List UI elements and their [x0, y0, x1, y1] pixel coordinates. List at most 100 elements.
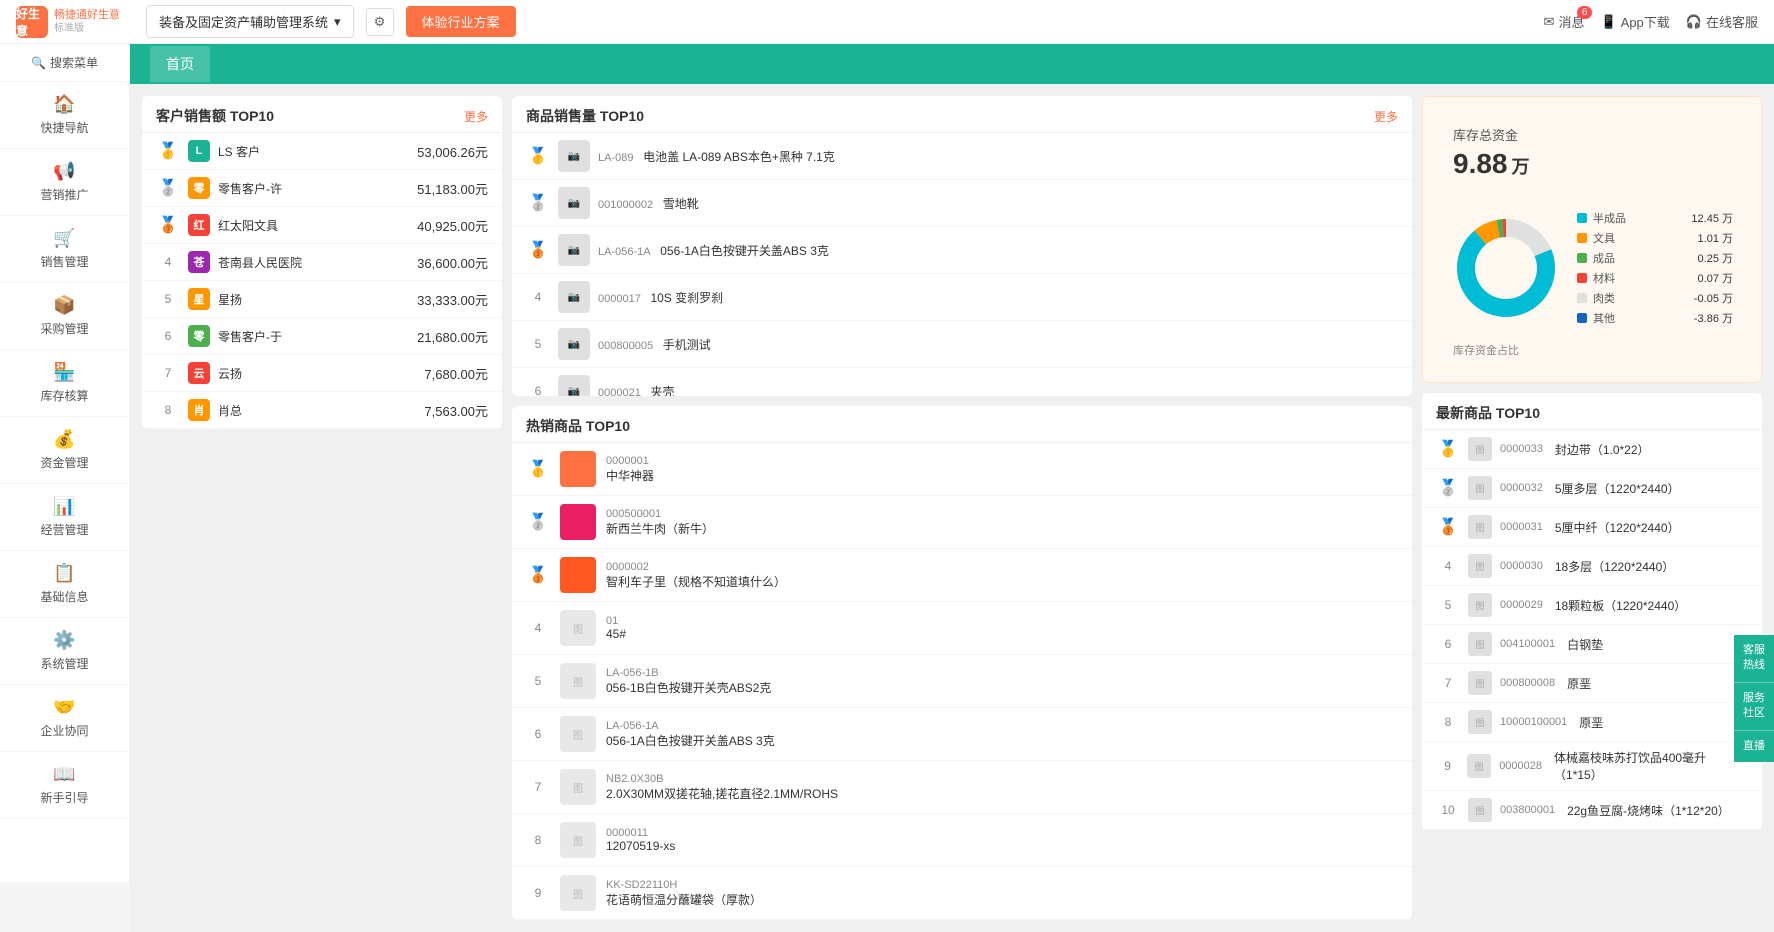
clipboard-icon: 📋	[53, 563, 75, 584]
float-btn-service[interactable]: 客服热线	[1734, 635, 1774, 682]
inventory-content: 库存总资金 9.88万	[1437, 111, 1747, 198]
sidebar-item-search[interactable]: 🔍 搜索菜单	[0, 44, 129, 82]
new-products-title: 最新商品 TOP10	[1436, 403, 1540, 423]
customer-amount: 36,600.00元	[417, 253, 488, 272]
np-code: 003800001	[1500, 804, 1555, 816]
sidebar-item-quicknav[interactable]: 🏠 快捷导航	[0, 82, 129, 149]
megaphone-icon: 📢	[53, 161, 75, 182]
hot-product-img-placeholder: 图	[560, 663, 596, 699]
customers-top10-more[interactable]: 更多	[464, 108, 488, 125]
list-item: 🥉 0000002 智利车子里（规格不知道填什么）	[512, 549, 1412, 602]
list-item: 6 图 LA-056-1A 056-1A白色按键开关盖ABS 3克	[512, 708, 1412, 761]
float-btn-live[interactable]: 直播	[1734, 730, 1774, 762]
content-area: 客户销售额 TOP10 更多 🥇 L LS 客户 53,006.26元 🥈 零 …	[130, 84, 1774, 932]
list-item: 9 图 KK-SD22110H 花语萌恒温分蘸罐袋（厚款）	[512, 867, 1412, 920]
sidebar-item-finance[interactable]: 💰 资金管理	[0, 417, 129, 484]
list-item: 5 图 LA-056-1B 056-1B白色按键开关壳ABS2克	[512, 655, 1412, 708]
hot-products-title: 热销商品 TOP10	[526, 416, 630, 436]
sidebar-item-system[interactable]: ⚙️ 系统管理	[0, 618, 129, 685]
book-icon: 📖	[53, 764, 75, 785]
np-code: 0000031	[1500, 521, 1543, 533]
inventory-title: 库存总资金	[1453, 125, 1731, 144]
legend-label: 成品	[1593, 250, 1692, 266]
list-item: 6 图 004100001 白钢垫	[1422, 625, 1762, 664]
customer-amount: 7,680.00元	[424, 364, 488, 383]
np-img: 图	[1468, 671, 1492, 695]
rank-cell: 5	[526, 337, 550, 351]
message-badge: 6	[1577, 6, 1593, 19]
hot-product-name: 45#	[606, 627, 626, 641]
sidebar-item-sales[interactable]: 🛒 销售管理	[0, 216, 129, 283]
product-name: 10S 变刹罗刹	[650, 291, 723, 305]
hot-product-code: 01	[606, 615, 626, 627]
sidebar-item-inventory[interactable]: 🏪 库存核算	[0, 350, 129, 417]
product-code: 0000021	[598, 387, 641, 397]
legend-dot	[1577, 313, 1587, 323]
legend-dot	[1577, 273, 1587, 283]
customer-amount: 21,680.00元	[417, 327, 488, 346]
float-btn-community[interactable]: 服务社区	[1734, 682, 1774, 730]
float-buttons: 客服热线 服务社区 直播	[1734, 635, 1774, 762]
np-rank: 🥇	[1436, 439, 1460, 459]
np-rank: 7	[1436, 676, 1460, 690]
customer-service-button[interactable]: 🎧 在线客服	[1686, 12, 1758, 31]
sidebar-label-system: 系统管理	[40, 655, 88, 672]
hot-product-info: 0000001 中华神器	[606, 455, 654, 484]
list-item: 🥇 0000001 中华神器	[512, 443, 1412, 496]
product-img: 📷	[558, 375, 590, 396]
logo-text: 畅捷通好生意 标准版	[54, 8, 120, 35]
hot-products-table: 🥇 0000001 中华神器 🥈 000500001 新西兰牛肉（新牛） 🥉 0…	[512, 443, 1412, 920]
donut-chart	[1451, 213, 1561, 323]
gear-icon: ⚙️	[53, 630, 75, 651]
list-item: 5 图 0000029 18颗粒板（1220*2440）	[1422, 586, 1762, 625]
list-item: 7 图 NB2.0X30B 2.0X30MM双搓花轴,搓花直径2.1MM/ROH…	[512, 761, 1412, 814]
trial-button[interactable]: 体验行业方案	[406, 6, 516, 37]
sidebar-item-marketing[interactable]: 📢 营销推广	[0, 149, 129, 216]
system-name: 装备及固定资产辅助管理系统	[159, 12, 328, 31]
legend-dot	[1577, 233, 1587, 243]
products-sales-more[interactable]: 更多	[1374, 108, 1398, 125]
rank-cell: 🥉	[526, 240, 550, 260]
table-row: 5 星 星扬 33,333.00元	[142, 281, 502, 318]
message-button[interactable]: ✉ 消息 6	[1544, 12, 1585, 31]
hot-products-header: 热销商品 TOP10	[512, 406, 1412, 443]
customer-amount: 7,563.00元	[424, 401, 488, 420]
list-item: 4 图 01 45#	[512, 602, 1412, 655]
np-name: 5厘多层（1220*2440）	[1555, 480, 1680, 497]
np-img: 图	[1468, 710, 1492, 734]
np-code: 0000029	[1500, 599, 1543, 611]
np-name: 封边带（1.0*22）	[1555, 441, 1650, 458]
list-item: 🥈 图 0000032 5厘多层（1220*2440）	[1422, 469, 1762, 508]
sidebar-item-basic[interactable]: 📋 基础信息	[0, 551, 129, 618]
sidebar-label-cooperation: 企业协同	[40, 722, 88, 739]
new-products-card: 最新商品 TOP10 🥇 图 0000033 封边带（1.0*22） 🥈 图 0…	[1422, 393, 1762, 830]
sidebar-item-cooperation[interactable]: 🤝 企业协同	[0, 685, 129, 752]
inventory-subtitle: 库存资金占比	[1437, 338, 1747, 368]
sidebar-item-operations[interactable]: 📊 经营管理	[0, 484, 129, 551]
np-name: 5厘中纤（1220*2440）	[1555, 519, 1680, 536]
sidebar-item-guide[interactable]: 📖 新手引导	[0, 752, 129, 819]
product-code: LA-089	[598, 152, 633, 164]
legend-label: 半成品	[1593, 210, 1685, 226]
list-item: 8 图 0000011 12070519-xs	[512, 814, 1412, 867]
hot-rank: 9	[526, 886, 550, 900]
products-sales-header: 商品销售量 TOP10 更多	[512, 96, 1412, 133]
sidebar-label-sales: 销售管理	[40, 253, 88, 270]
customer-name: 零售客户-许	[218, 180, 409, 197]
hot-products-card: 热销商品 TOP10 🥇 0000001 中华神器 🥈 000500001 新西…	[512, 406, 1412, 920]
np-name: 18颗粒板（1220*2440）	[1555, 597, 1686, 614]
hot-product-name: 新西兰牛肉（新牛）	[606, 520, 714, 537]
home-tab[interactable]: 首页	[150, 46, 210, 82]
app-download-button[interactable]: 📱 App下载	[1600, 12, 1669, 31]
customer-name: LS 客户	[218, 143, 409, 160]
rank-cell: 8	[156, 403, 180, 417]
table-row: 6 📷 0000021 夹壳	[512, 368, 1412, 396]
settings-button[interactable]: ⚙	[366, 8, 394, 36]
sidebar-item-purchase[interactable]: 📦 采购管理	[0, 283, 129, 350]
np-code: 0000030	[1500, 560, 1543, 572]
customer-name: 零售客户-于	[218, 328, 409, 345]
system-selector[interactable]: 装备及固定资产辅助管理系统 ▾	[146, 5, 354, 38]
hot-rank: 🥇	[526, 459, 550, 479]
sidebar-label-basic: 基础信息	[40, 588, 88, 605]
np-name: 体械嘉枝味苏打饮品400毫升（1*15）	[1554, 749, 1748, 783]
